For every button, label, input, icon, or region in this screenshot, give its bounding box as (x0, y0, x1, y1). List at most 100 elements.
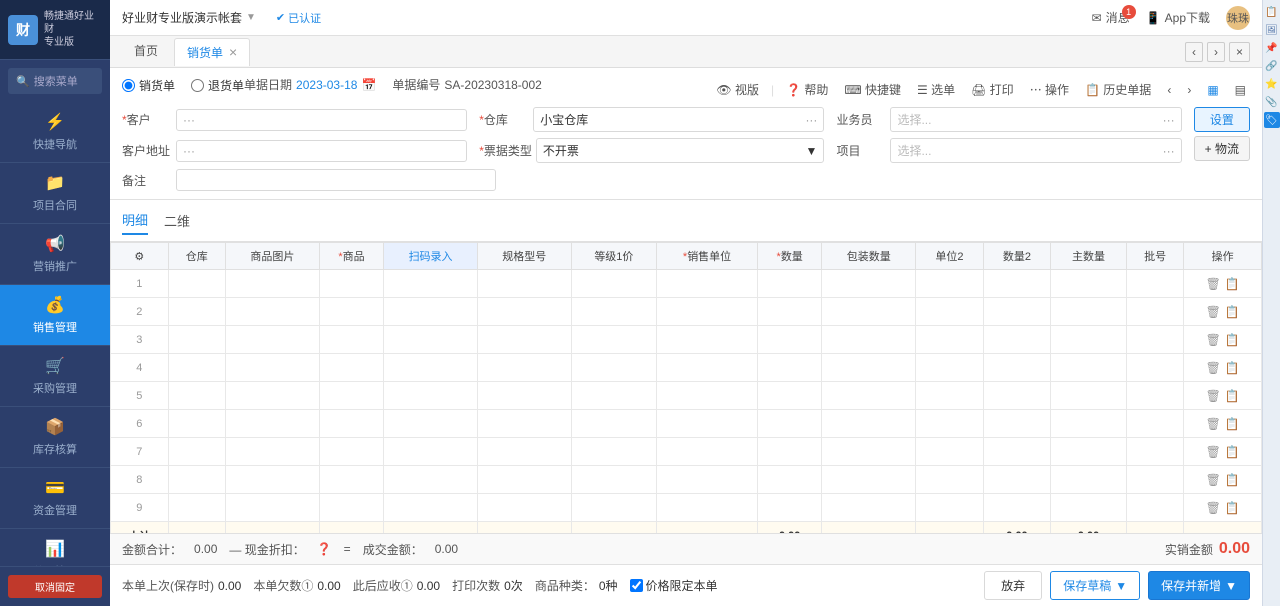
toolbar-history-btn[interactable]: 📋 历史单据 (1081, 79, 1155, 100)
cell-price1-1[interactable] (571, 270, 657, 298)
delete-icon-6[interactable]: 🗑 (1206, 417, 1221, 431)
toolbar-print-btn[interactable]: 🖨 打印 (967, 79, 1018, 100)
discard-button[interactable]: 放弃 (984, 571, 1042, 600)
cell-main-qty-1[interactable] (1051, 270, 1127, 298)
note-input[interactable] (176, 169, 496, 191)
tab-2d[interactable]: 二维 (164, 207, 190, 234)
save-draft-dropdown-icon[interactable]: ▼ (1115, 579, 1127, 593)
cell-quantity-1[interactable] (757, 270, 822, 298)
invoice-select[interactable]: 不开票 ▼ (536, 138, 825, 163)
rp-icon-3[interactable]: 📌 (1264, 40, 1280, 56)
project-dots-icon[interactable]: ··· (1163, 144, 1175, 158)
address-dots-icon[interactable]: ··· (183, 144, 195, 158)
toolbar-help-btn[interactable]: ❓ 帮助 (782, 79, 832, 100)
app-download-button[interactable]: 📱 App下载 (1146, 9, 1210, 26)
copy-icon-7[interactable]: 📋 (1225, 445, 1240, 459)
cell-batch-1[interactable] (1126, 270, 1184, 298)
rp-icon-2[interactable]: 🖼 (1264, 22, 1280, 38)
toolbar-grid2-btn[interactable]: ▤ (1231, 81, 1250, 99)
price-checkbox-label[interactable]: 价格限定本单 (630, 577, 718, 594)
sidebar-item-inventory[interactable]: 📦 库存核算 (0, 407, 110, 468)
copy-icon-4[interactable]: 📋 (1225, 361, 1240, 375)
col-settings[interactable]: ⚙ (111, 243, 169, 270)
user-menu[interactable]: 珠珠 (1226, 6, 1250, 30)
copy-icon-6[interactable]: 📋 (1225, 417, 1240, 431)
sidebar-item-project[interactable]: 📁 项目合同 (0, 163, 110, 224)
rp-icon-6[interactable]: 📎 (1264, 94, 1280, 110)
warehouse-input[interactable]: 小宝仓库 ··· (533, 107, 824, 132)
address-input[interactable]: ··· (176, 140, 467, 162)
toolbar-nav-next-btn[interactable]: › (1183, 81, 1195, 99)
copy-icon-8[interactable]: 📋 (1225, 473, 1240, 487)
tab-home[interactable]: 首页 (122, 36, 170, 67)
toolbar-select-btn[interactable]: ☰ 选单 (913, 79, 959, 100)
copy-icon-3[interactable]: 📋 (1225, 333, 1240, 347)
delete-icon-9[interactable]: 🗑 (1206, 501, 1221, 515)
tab-sales-order[interactable]: 销货单 × (174, 38, 250, 66)
tab-detail[interactable]: 明细 (122, 206, 148, 235)
question-icon[interactable]: ❓ (317, 542, 332, 556)
company-selector[interactable]: 好业财专业版演示帐套 ▼ (122, 9, 256, 26)
copy-icon-5[interactable]: 📋 (1225, 389, 1240, 403)
tab-close-button[interactable]: × (1229, 42, 1250, 62)
delete-icon-2[interactable]: 🗑 (1206, 305, 1221, 319)
customer-dots-icon[interactable]: ··· (183, 113, 195, 127)
delete-icon-1[interactable]: 🗑 (1206, 277, 1221, 291)
cancel-pin-button[interactable]: 取消固定 (8, 575, 102, 598)
toolbar-nav-prev-btn[interactable]: ‹ (1163, 81, 1175, 99)
rp-icon-1[interactable]: 📋 (1264, 4, 1280, 20)
delete-icon-4[interactable]: 🗑 (1206, 361, 1221, 375)
col-scan[interactable]: 扫码录入 (384, 243, 478, 270)
customer-input[interactable]: ··· (176, 109, 467, 131)
radio-return-input[interactable] (191, 79, 204, 92)
price-checkbox[interactable] (630, 579, 643, 592)
message-button[interactable]: ✉ 消息 1 (1092, 9, 1130, 26)
project-input[interactable]: 选择... ··· (890, 138, 1181, 163)
copy-icon-2[interactable]: 📋 (1225, 305, 1240, 319)
copy-icon-1[interactable]: 📋 (1225, 277, 1240, 291)
tab-prev-button[interactable]: ‹ (1185, 42, 1203, 62)
cell-sales-unit-1[interactable] (657, 270, 758, 298)
sidebar-item-general[interactable]: 📊 总账管理 (0, 529, 110, 566)
cell-spec-1[interactable] (477, 270, 571, 298)
warehouse-dots-icon[interactable]: ··· (805, 113, 817, 127)
search-menu-button[interactable]: 🔍 搜索菜单 (8, 68, 102, 94)
toolbar-shortcut-btn[interactable]: ⌨ 快捷键 (840, 79, 905, 100)
rp-icon-7[interactable]: 🏷 (1264, 112, 1280, 128)
radio-return[interactable]: 退货单 (191, 77, 244, 94)
radio-sales[interactable]: 销货单 (122, 77, 175, 94)
delete-icon-8[interactable]: 🗑 (1206, 473, 1221, 487)
delete-icon-3[interactable]: 🗑 (1206, 333, 1221, 347)
staff-input[interactable]: 选择... ··· (890, 107, 1181, 132)
save-draft-button[interactable]: 保存草稿 ▼ (1050, 571, 1140, 600)
cell-scan-1[interactable] (384, 270, 478, 298)
sidebar-item-capital[interactable]: 💳 资金管理 (0, 468, 110, 529)
rp-icon-4[interactable]: 🔗 (1264, 58, 1280, 74)
cell-warehouse-1[interactable] (168, 270, 226, 298)
copy-icon-9[interactable]: 📋 (1225, 501, 1240, 515)
set-price-button[interactable]: 设置 (1194, 107, 1250, 132)
sidebar-item-marketing[interactable]: 📢 营销推广 (0, 224, 110, 285)
sidebar-item-sales[interactable]: 💰 销售管理 (0, 285, 110, 346)
add-material-button[interactable]: + 物流 (1194, 136, 1250, 161)
calendar-icon[interactable]: 📅 (361, 78, 376, 92)
staff-dots-icon[interactable]: ··· (1163, 113, 1175, 127)
save-new-dropdown-icon[interactable]: ▼ (1225, 579, 1237, 593)
radio-sales-input[interactable] (122, 79, 135, 92)
tab-next-button[interactable]: › (1207, 42, 1225, 62)
cell-product-1[interactable] (319, 270, 384, 298)
delete-icon-5[interactable]: 🗑 (1206, 389, 1221, 403)
save-new-button[interactable]: 保存并新增 ▼ (1148, 571, 1250, 600)
cell-pack-qty-1[interactable] (822, 270, 916, 298)
tab-close-icon[interactable]: × (229, 44, 237, 60)
cell-image-1[interactable] (226, 270, 320, 298)
rp-icon-5[interactable]: ⭐ (1264, 76, 1280, 92)
toolbar-grid1-btn[interactable]: ▦ (1203, 81, 1222, 99)
sidebar-item-purchase[interactable]: 🛒 采购管理 (0, 346, 110, 407)
toolbar-operation-btn[interactable]: ⋯ 操作 (1026, 79, 1073, 100)
sidebar-item-quick-nav[interactable]: ⚡ 快捷导航 (0, 102, 110, 163)
cell-qty2-1[interactable] (983, 270, 1051, 298)
toolbar-view-btn[interactable]: 👁 视版 (712, 79, 763, 100)
delete-icon-7[interactable]: 🗑 (1206, 445, 1221, 459)
cell-unit2-1[interactable] (916, 270, 984, 298)
